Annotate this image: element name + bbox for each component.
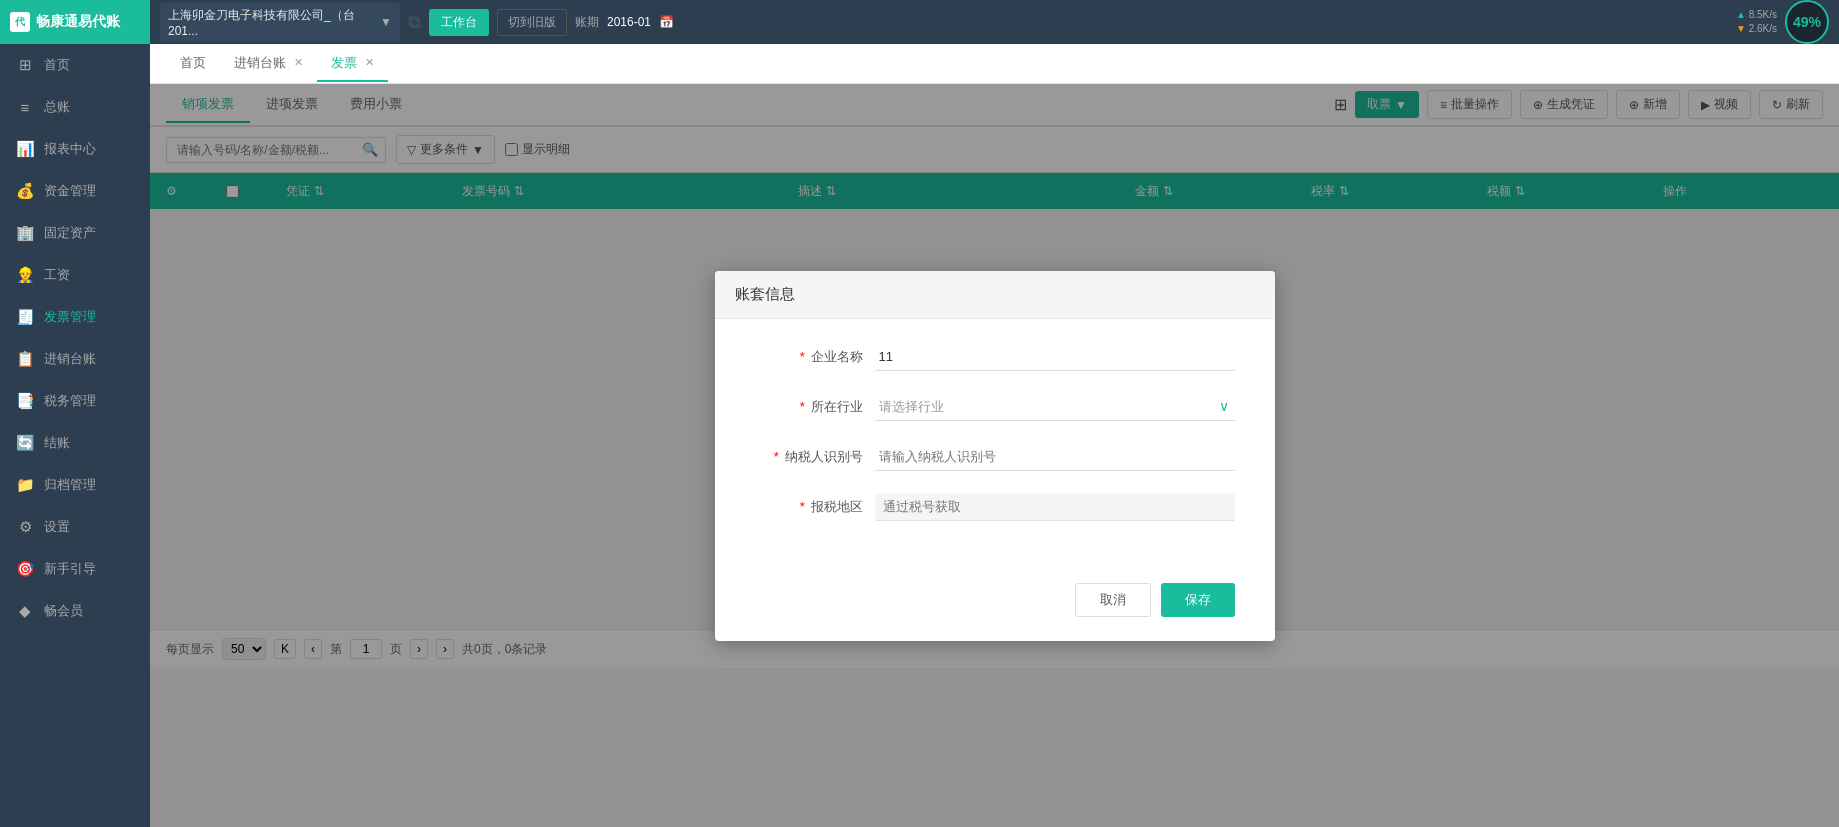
logo-text: 畅康通易代账 <box>36 13 120 31</box>
sidebar-item-invoice[interactable]: 🧾 发票管理 <box>0 296 150 338</box>
main-content: 上海卯金刀电子科技有限公司_（台201... ▼ ⧉ 工作台 切到旧版 账期 2… <box>150 0 1839 827</box>
sidebar-item-label: 发票管理 <box>44 308 96 326</box>
sidebar-item-home[interactable]: ⊞ 首页 <box>0 44 150 86</box>
sidebar-item-label: 设置 <box>44 518 70 536</box>
period-label: 账期 <box>575 14 599 31</box>
dialog-overlay: 账套信息 * 企业名称 * 所在行业 <box>150 84 1839 827</box>
period-info: 账期 2016-01 📅 <box>575 14 674 31</box>
speed-circle: 49% <box>1785 0 1829 44</box>
speed-percent: 49% <box>1793 14 1821 30</box>
tax-id-input[interactable] <box>875 443 1235 471</box>
tab-bar: 首页 进销台账 ✕ 发票 ✕ <box>150 44 1839 84</box>
sales-ledger-icon: 📋 <box>16 350 34 368</box>
sidebar-item-tax[interactable]: 📑 税务管理 <box>0 380 150 422</box>
industry-label: * 所在行业 <box>755 398 875 416</box>
funds-icon: 💰 <box>16 182 34 200</box>
company-selector[interactable]: 上海卯金刀电子科技有限公司_（台201... ▼ <box>160 3 400 42</box>
topbar: 上海卯金刀电子科技有限公司_（台201... ▼ ⧉ 工作台 切到旧版 账期 2… <box>150 0 1839 44</box>
topbar-right: ▲ 8.5K/s ▼ 2.6K/s 49% <box>1736 0 1829 44</box>
company-name-input[interactable] <box>875 343 1235 371</box>
salary-icon: 👷 <box>16 266 34 284</box>
tax-region-input <box>875 493 1235 521</box>
archive-icon: 📁 <box>16 476 34 494</box>
sidebar-item-label: 进销台账 <box>44 350 96 368</box>
period-value: 2016-01 <box>607 15 651 29</box>
sidebar-item-label: 归档管理 <box>44 476 96 494</box>
assets-icon: 🏢 <box>16 224 34 242</box>
sidebar-item-member[interactable]: ◆ 畅会员 <box>0 590 150 632</box>
company-dropdown-icon: ▼ <box>380 15 392 29</box>
sidebar-item-label: 工资 <box>44 266 70 284</box>
tab-close-icon[interactable]: ✕ <box>294 56 303 69</box>
sidebar-item-close[interactable]: 🔄 结账 <box>0 422 150 464</box>
tab-sales-ledger[interactable]: 进销台账 ✕ <box>220 46 317 82</box>
tab-sales-ledger-label: 进销台账 <box>234 54 286 72</box>
sidebar-item-label: 畅会员 <box>44 602 83 620</box>
sidebar-item-funds[interactable]: 💰 资金管理 <box>0 170 150 212</box>
sidebar: 代 畅康通易代账 ⊞ 首页 ≡ 总账 📊 报表中心 💰 资金管理 🏢 固定资产 … <box>0 0 150 827</box>
logo: 代 畅康通易代账 <box>0 0 150 44</box>
required-marker-4: * <box>800 499 805 514</box>
industry-select[interactable]: 请选择行业 <box>875 393 1235 420</box>
tab-home-label: 首页 <box>180 54 206 72</box>
tab-home[interactable]: 首页 <box>166 46 220 82</box>
required-marker-2: * <box>800 399 805 414</box>
sidebar-item-label: 报表中心 <box>44 140 96 158</box>
sidebar-item-label: 结账 <box>44 434 70 452</box>
required-marker-3: * <box>774 449 779 464</box>
logo-icon: 代 <box>10 12 30 32</box>
sidebar-item-sales-ledger[interactable]: 📋 进销台账 <box>0 338 150 380</box>
sidebar-item-guide[interactable]: 🎯 新手引导 <box>0 548 150 590</box>
sidebar-item-label: 总账 <box>44 98 70 116</box>
sidebar-item-label: 资金管理 <box>44 182 96 200</box>
sidebar-item-salary[interactable]: 👷 工资 <box>0 254 150 296</box>
member-icon: ◆ <box>16 602 34 620</box>
invoice-icon: 🧾 <box>16 308 34 326</box>
tab-invoice-label: 发票 <box>331 54 357 72</box>
switch-old-button[interactable]: 切到旧版 <box>497 9 567 36</box>
guide-icon: 🎯 <box>16 560 34 578</box>
company-name-label: * 企业名称 <box>755 348 875 366</box>
dialog-title: 账套信息 <box>735 285 795 302</box>
speed-values: ▲ 8.5K/s ▼ 2.6K/s <box>1736 8 1777 36</box>
speed-up: ▲ 8.5K/s <box>1736 8 1777 22</box>
ledger-icon: ≡ <box>16 99 34 116</box>
industry-select-wrapper: 请选择行业 ∨ <box>875 393 1235 421</box>
content-area: 销项发票 进项发票 费用小票 ⊞ 取票 ▼ ≡ 批量操作 <box>150 84 1839 827</box>
speed-down: ▼ 2.6K/s <box>1736 22 1777 36</box>
sidebar-item-settings[interactable]: ⚙ 设置 <box>0 506 150 548</box>
tax-icon: 📑 <box>16 392 34 410</box>
form-row-tax-region: * 报税地区 <box>755 493 1235 521</box>
dialog-body: * 企业名称 * 所在行业 请选择行业 <box>715 319 1275 567</box>
sidebar-item-reports[interactable]: 📊 报表中心 <box>0 128 150 170</box>
workbench-button[interactable]: 工作台 <box>429 9 489 36</box>
form-row-industry: * 所在行业 请选择行业 ∨ <box>755 393 1235 421</box>
home-icon: ⊞ <box>16 56 34 74</box>
tab-invoice-close-icon[interactable]: ✕ <box>365 56 374 69</box>
sidebar-item-label: 首页 <box>44 56 70 74</box>
close-period-icon: 🔄 <box>16 434 34 452</box>
sidebar-item-label: 税务管理 <box>44 392 96 410</box>
dialog-header: 账套信息 <box>715 271 1275 319</box>
required-marker: * <box>800 349 805 364</box>
tax-id-label: * 纳税人识别号 <box>755 448 875 466</box>
cancel-button[interactable]: 取消 <box>1075 583 1151 617</box>
sidebar-item-label: 固定资产 <box>44 224 96 242</box>
tax-region-label: * 报税地区 <box>755 498 875 516</box>
calendar-icon[interactable]: 📅 <box>659 15 674 29</box>
sidebar-item-assets[interactable]: 🏢 固定资产 <box>0 212 150 254</box>
company-copy-icon[interactable]: ⧉ <box>408 12 421 33</box>
form-row-company: * 企业名称 <box>755 343 1235 371</box>
dialog-footer: 取消 保存 <box>715 567 1275 641</box>
company-name: 上海卯金刀电子科技有限公司_（台201... <box>168 7 376 38</box>
sidebar-item-ledger[interactable]: ≡ 总账 <box>0 86 150 128</box>
save-button[interactable]: 保存 <box>1161 583 1235 617</box>
sidebar-item-archive[interactable]: 📁 归档管理 <box>0 464 150 506</box>
reports-icon: 📊 <box>16 140 34 158</box>
form-row-tax-id: * 纳税人识别号 <box>755 443 1235 471</box>
account-info-dialog: 账套信息 * 企业名称 * 所在行业 <box>715 271 1275 641</box>
sidebar-item-label: 新手引导 <box>44 560 96 578</box>
tab-invoice[interactable]: 发票 ✕ <box>317 46 388 82</box>
settings-icon: ⚙ <box>16 518 34 536</box>
